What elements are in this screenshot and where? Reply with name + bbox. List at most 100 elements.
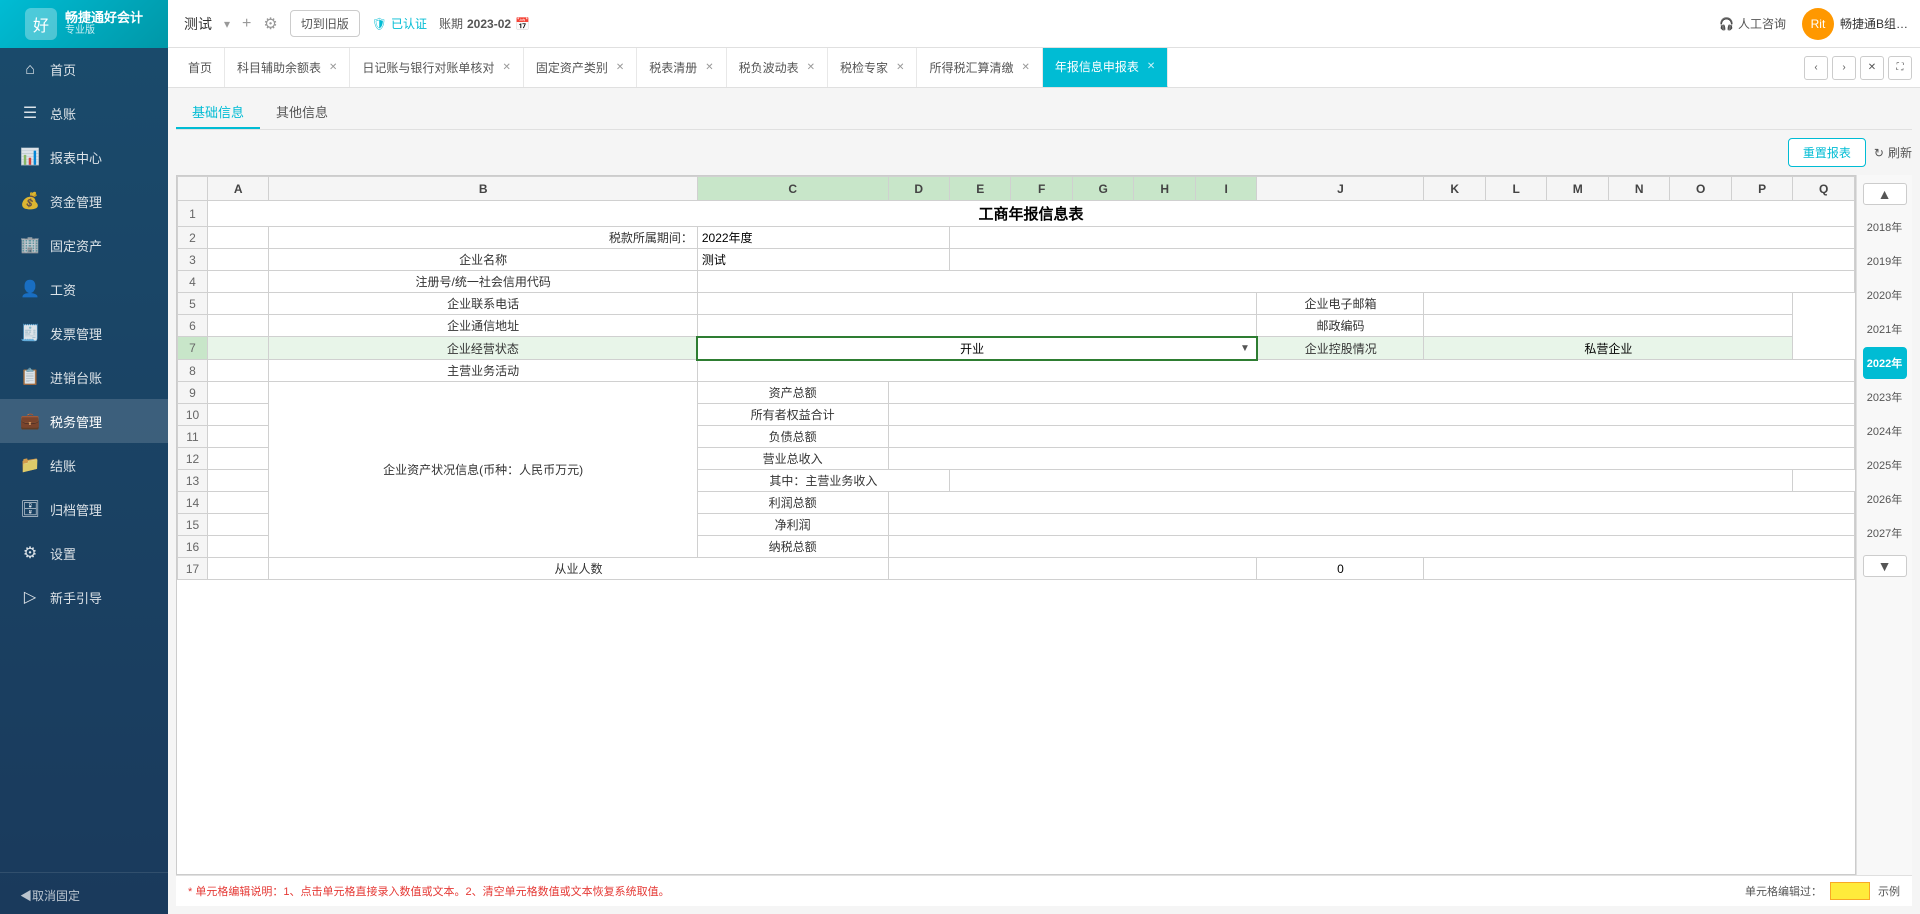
year-item-2024[interactable]: 2024年 [1863,415,1907,447]
tab-close-assets_cat[interactable]: ✕ [616,62,624,73]
cell-6c[interactable] [697,315,1257,337]
sidebar-item-archive[interactable]: 🗄归档管理 [0,487,168,531]
cell-8a[interactable] [208,360,269,382]
year-item-2023[interactable]: 2023年 [1863,381,1907,413]
tab-close-income_tax[interactable]: ✕ [1021,62,1029,73]
year-item-2022[interactable]: 2022年 [1863,347,1907,379]
add-icon[interactable]: + [242,15,251,33]
service-button[interactable]: 🎧 人工咨询 [1719,15,1786,32]
cell-13e[interactable] [949,470,1792,492]
cell-10d[interactable] [888,404,1855,426]
year-item-2026[interactable]: 2026年 [1863,483,1907,515]
cell-11a[interactable] [208,426,269,448]
cell-14a[interactable] [208,492,269,514]
tab-tax_expert[interactable]: 税检专家✕ [828,48,917,88]
cell-4a[interactable] [208,271,269,293]
sidebar-item-assets[interactable]: 🏢固定资产 [0,223,168,267]
year-item-2025[interactable]: 2025年 [1863,449,1907,481]
gear-icon[interactable]: ⚙ [263,14,277,34]
year-item-2019[interactable]: 2019年 [1863,245,1907,277]
cell-6k[interactable] [1424,315,1793,337]
cell-9b[interactable]: 企业资产状况信息(币种：人民币万元) [269,382,697,558]
tab-income_tax[interactable]: 所得税汇算清缴✕ [917,48,1042,88]
unfix-button[interactable]: ◀取消固定 [0,877,168,914]
cell-16a[interactable] [208,536,269,558]
cell-15a[interactable] [208,514,269,536]
tab-close-aux[interactable]: ✕ [329,62,337,73]
reset-report-button[interactable]: 重置报表 [1788,138,1866,167]
cell-4c[interactable] [697,271,1854,293]
cell-9d[interactable] [888,382,1855,404]
sidebar-item-inout[interactable]: 📋进销台账 [0,355,168,399]
year-item-2021[interactable]: 2021年 [1863,313,1907,345]
tab-tax_wave[interactable]: 税负波动表✕ [727,48,828,88]
cell-17j[interactable]: 0 [1257,558,1424,580]
cell-7k[interactable]: 私营企业 [1424,337,1793,360]
tab-tax_return[interactable]: 税表清册✕ [637,48,726,88]
cell-10a[interactable] [208,404,269,426]
sidebar-item-home[interactable]: ⌂首页 [0,48,168,91]
cell-6a[interactable] [208,315,269,337]
cell-14d[interactable] [888,492,1855,514]
cell-5c[interactable] [697,293,1257,315]
tab-prev-button[interactable]: ‹ [1804,56,1828,80]
tab-close-tax_expert[interactable]: ✕ [896,62,904,73]
tab-annual[interactable]: 年报信息申报表✕ [1043,48,1168,88]
cell-2a[interactable] [208,227,269,249]
sidebar-item-settings[interactable]: ⚙设置 [0,531,168,575]
refresh-button[interactable]: ↻ 刷新 [1874,144,1912,161]
cell-3c[interactable]: 测试 [697,249,949,271]
cell-2e[interactable] [949,227,1854,249]
chevron-down-icon[interactable]: ▾ [224,17,230,31]
cell-3a[interactable] [208,249,269,271]
cell-5a[interactable] [208,293,269,315]
cell-3e[interactable] [949,249,1854,271]
cell-9a[interactable] [208,382,269,404]
tab-close-journal[interactable]: ✕ [502,62,510,73]
year-item-2020[interactable]: 2020年 [1863,279,1907,311]
cell-2c[interactable]: 2022年度 [697,227,949,249]
cell-7c-dropdown[interactable]: 开业 ▼ [697,337,1257,360]
sidebar-item-salary[interactable]: 👤工资 [0,267,168,311]
tab-close-button[interactable]: ✕ [1860,56,1884,80]
user-avatar-area[interactable]: Rit 畅捷通B组… [1802,8,1908,40]
switch-old-button[interactable]: 切到旧版 [290,10,360,37]
cell-17d[interactable] [888,558,1257,580]
tab-journal[interactable]: 日记账与银行对账单核对✕ [350,48,523,88]
tab-aux[interactable]: 科目辅助余额表✕ [225,48,350,88]
tab-close-tax_wave[interactable]: ✕ [807,62,815,73]
sidebar-item-tax[interactable]: 💼税务管理 [0,399,168,443]
cell-5k[interactable] [1424,293,1793,315]
calendar-icon[interactable]: 📅 [515,17,530,31]
sub-tab-basic[interactable]: 基础信息 [176,96,260,129]
tab-home[interactable]: 首页 [176,48,225,88]
sidebar-item-close[interactable]: 📁结账 [0,443,168,487]
tab-close-tax_return[interactable]: ✕ [705,62,713,73]
year-item-2018[interactable]: 2018年 [1863,211,1907,243]
cell-17k[interactable] [1424,558,1855,580]
cell-7a[interactable] [208,337,269,360]
cell-16d[interactable] [888,536,1855,558]
period-info: 账期 2023-02 📅 [439,15,530,32]
cell-15d[interactable] [888,514,1855,536]
tab-fullscreen-button[interactable]: ⛶ [1888,56,1912,80]
sidebar-item-guide[interactable]: ▷新手引导 [0,575,168,619]
tab-next-button[interactable]: › [1832,56,1856,80]
spreadsheet-wrapper[interactable]: A B C D E F G H I J [176,175,1856,875]
sidebar-item-ledger[interactable]: ☰总账 [0,91,168,135]
tab-assets_cat[interactable]: 固定资产类别✕ [524,48,637,88]
year-item-2027[interactable]: 2027年 [1863,517,1907,549]
cell-12d[interactable] [888,448,1855,470]
cell-17a[interactable] [208,558,269,580]
cell-12a[interactable] [208,448,269,470]
sidebar-item-invoice[interactable]: 🧾发票管理 [0,311,168,355]
tab-close-annual[interactable]: ✕ [1147,61,1155,72]
sub-tab-other[interactable]: 其他信息 [260,96,344,129]
year-scroll-up-button[interactable]: ▲ [1863,183,1907,205]
cell-11d[interactable] [888,426,1855,448]
cell-13a[interactable] [208,470,269,492]
sidebar-item-report[interactable]: 📊报表中心 [0,135,168,179]
year-scroll-down-button[interactable]: ▼ [1863,555,1907,577]
cell-8c[interactable] [697,360,1854,382]
sidebar-item-capital[interactable]: 💰资金管理 [0,179,168,223]
